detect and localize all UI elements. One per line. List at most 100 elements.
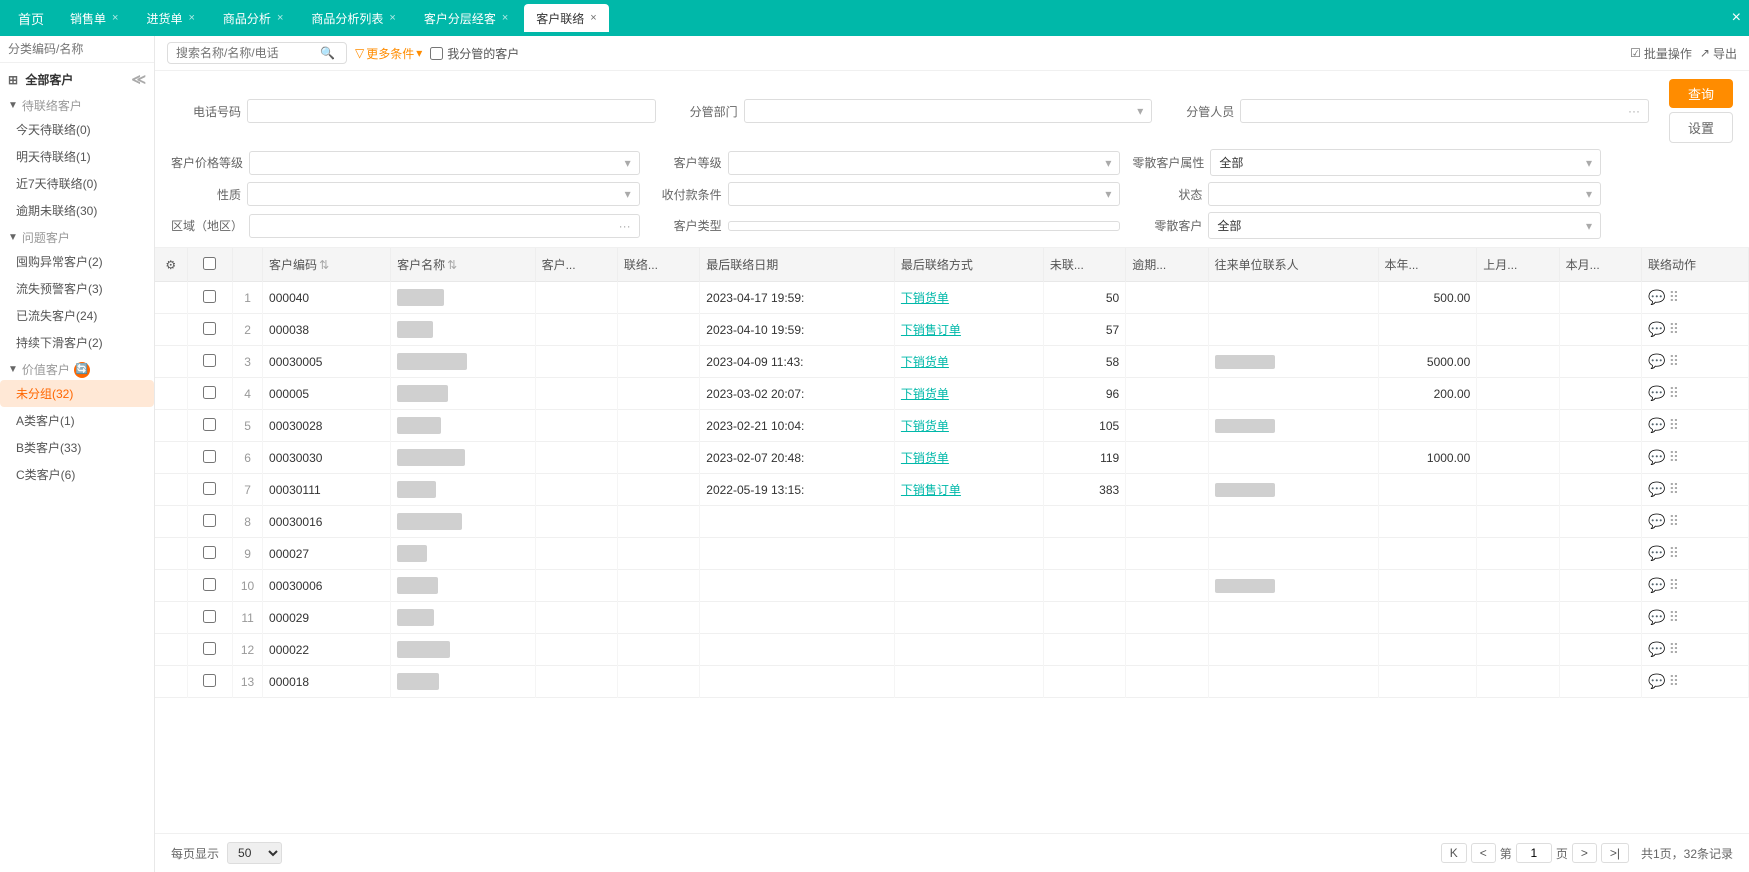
chat-action-icon[interactable]: 💬 — [1648, 609, 1665, 625]
chat-action-icon[interactable]: 💬 — [1648, 417, 1665, 433]
th-check[interactable] — [187, 248, 233, 282]
more-action-icon[interactable]: ⠿ — [1669, 673, 1679, 689]
more-action-icon[interactable]: ⠿ — [1669, 577, 1679, 593]
customer-level-select[interactable]: ▾ — [728, 151, 1121, 175]
region-select[interactable]: ··· — [249, 214, 640, 238]
sidebar-item-overdue[interactable]: 逾期未联络(30) — [0, 197, 154, 224]
sidebar-search-input[interactable] — [8, 42, 155, 56]
query-button[interactable]: 查询 — [1669, 79, 1733, 108]
sidebar-collapse-icon[interactable]: ≪ — [131, 71, 146, 88]
sidebar-item-7days[interactable]: 近7天待联络(0) — [0, 170, 154, 197]
chat-action-icon[interactable]: 💬 — [1648, 289, 1665, 305]
retail-attr-select[interactable]: 全部 ▾ — [1210, 149, 1601, 176]
nav-tab-purchase[interactable]: 进货单 × — [134, 4, 206, 32]
sidebar-item-abnormal[interactable]: 囤购异常客户(2) — [0, 248, 154, 275]
nav-tab-customer-contact[interactable]: 客户联络 × — [524, 4, 608, 32]
retail-customer-select[interactable]: 全部 ▾ — [1208, 212, 1601, 239]
row-check[interactable] — [187, 282, 233, 314]
phone-input[interactable] — [247, 99, 656, 123]
sidebar-item-churned[interactable]: 已流失客户(24) — [0, 302, 154, 329]
row-check[interactable] — [187, 410, 233, 442]
close-purchase-icon[interactable]: × — [188, 12, 194, 24]
export-btn[interactable]: ↗ 导出 — [1700, 45, 1737, 62]
nav-tab-product-analysis[interactable]: 商品分析 × — [211, 4, 295, 32]
sidebar-item-declining[interactable]: 持续下滑客户(2) — [0, 329, 154, 356]
nature-select[interactable]: ▾ — [247, 182, 640, 206]
last-page-btn[interactable]: >| — [1601, 843, 1629, 863]
close-product-list-icon[interactable]: × — [389, 12, 395, 24]
customer-type-select[interactable] — [728, 221, 1121, 231]
more-action-icon[interactable]: ⠿ — [1669, 545, 1679, 561]
sidebar-group-pending[interactable]: ▼ 待联络客户 — [0, 92, 154, 116]
sidebar-all-customers-header[interactable]: ⊞ 全部客户 ≪ — [0, 63, 154, 92]
sidebar-item-today[interactable]: 今天待联络(0) — [0, 116, 154, 143]
th-gear[interactable]: ⚙ — [155, 248, 187, 282]
close-customer-segment-icon[interactable]: × — [502, 12, 508, 24]
more-action-icon[interactable]: ⠿ — [1669, 481, 1679, 497]
search-box[interactable]: 🔍 — [167, 42, 347, 64]
sidebar-item-tomorrow[interactable]: 明天待联络(1) — [0, 143, 154, 170]
chat-action-icon[interactable]: 💬 — [1648, 385, 1665, 401]
row-check[interactable] — [187, 506, 233, 538]
sidebar-group-value[interactable]: ▼ 价值客户 🔄 — [0, 356, 154, 380]
row-check[interactable] — [187, 442, 233, 474]
my-customers-check[interactable] — [430, 47, 443, 60]
chat-action-icon[interactable]: 💬 — [1648, 481, 1665, 497]
row-check[interactable] — [187, 634, 233, 666]
nav-tab-sales[interactable]: 销售单 × — [58, 4, 130, 32]
nav-tab-customer-segment[interactable]: 客户分层经客 × — [412, 4, 520, 32]
first-page-btn[interactable]: K — [1441, 843, 1467, 863]
page-size-select[interactable]: 10 20 50 100 — [227, 842, 282, 864]
prev-page-btn[interactable]: < — [1471, 843, 1496, 863]
chat-action-icon[interactable]: 💬 — [1648, 545, 1665, 561]
next-page-btn[interactable]: > — [1572, 843, 1597, 863]
chat-action-icon[interactable]: 💬 — [1648, 641, 1665, 657]
price-level-select[interactable]: ▾ — [249, 151, 640, 175]
row-check[interactable] — [187, 346, 233, 378]
th-name[interactable]: 客户名称⇅ — [391, 248, 536, 282]
row-check[interactable] — [187, 570, 233, 602]
page-number-input[interactable] — [1516, 843, 1552, 863]
my-customers-checkbox[interactable]: 我分管的客户 — [430, 45, 519, 62]
nav-tab-product-list[interactable]: 商品分析列表 × — [299, 4, 407, 32]
nav-home[interactable]: 首页 — [8, 9, 54, 28]
row-check[interactable] — [187, 538, 233, 570]
chat-action-icon[interactable]: 💬 — [1648, 673, 1665, 689]
chat-action-icon[interactable]: 💬 — [1648, 577, 1665, 593]
status-select[interactable]: ▾ — [1208, 182, 1601, 206]
sidebar-item-churn-warning[interactable]: 流失预警客户(3) — [0, 275, 154, 302]
payment-select[interactable]: ▾ — [728, 182, 1121, 206]
close-product-analysis-icon[interactable]: × — [277, 12, 283, 24]
chat-action-icon[interactable]: 💬 — [1648, 449, 1665, 465]
more-action-icon[interactable]: ⠿ — [1669, 289, 1679, 305]
row-check[interactable] — [187, 378, 233, 410]
more-action-icon[interactable]: ⠿ — [1669, 449, 1679, 465]
chat-action-icon[interactable]: 💬 — [1648, 513, 1665, 529]
chat-action-icon[interactable]: 💬 — [1648, 353, 1665, 369]
row-check[interactable] — [187, 666, 233, 698]
sidebar-item-class-c[interactable]: C类客户(6) — [0, 461, 154, 488]
close-all-icon[interactable]: × — [1732, 9, 1741, 27]
more-action-icon[interactable]: ⠿ — [1669, 641, 1679, 657]
sidebar-item-ungroup[interactable]: 未分组(32) — [0, 380, 154, 407]
more-action-icon[interactable]: ⠿ — [1669, 609, 1679, 625]
sidebar-group-problem[interactable]: ▼ 问题客户 — [0, 224, 154, 248]
more-action-icon[interactable]: ⠿ — [1669, 353, 1679, 369]
search-input[interactable] — [176, 46, 316, 60]
close-sales-icon[interactable]: × — [112, 12, 118, 24]
more-action-icon[interactable]: ⠿ — [1669, 513, 1679, 529]
more-action-icon[interactable]: ⠿ — [1669, 417, 1679, 433]
sidebar-item-class-a[interactable]: A类客户(1) — [0, 407, 154, 434]
close-customer-contact-icon[interactable]: × — [590, 12, 596, 24]
sidebar-search-box[interactable]: 🔍 — [0, 36, 154, 63]
more-action-icon[interactable]: ⠿ — [1669, 321, 1679, 337]
th-code[interactable]: 客户编码⇅ — [263, 248, 391, 282]
reset-button[interactable]: 设置 — [1669, 112, 1733, 143]
person-input[interactable]: ··· — [1240, 99, 1649, 123]
batch-op-btn[interactable]: ☑ 批量操作 — [1630, 45, 1692, 62]
more-action-icon[interactable]: ⠿ — [1669, 385, 1679, 401]
row-check[interactable] — [187, 314, 233, 346]
more-conditions-btn[interactable]: ▽ 更多条件 ▾ — [355, 45, 422, 62]
sidebar-item-class-b[interactable]: B类客户(33) — [0, 434, 154, 461]
row-check[interactable] — [187, 602, 233, 634]
